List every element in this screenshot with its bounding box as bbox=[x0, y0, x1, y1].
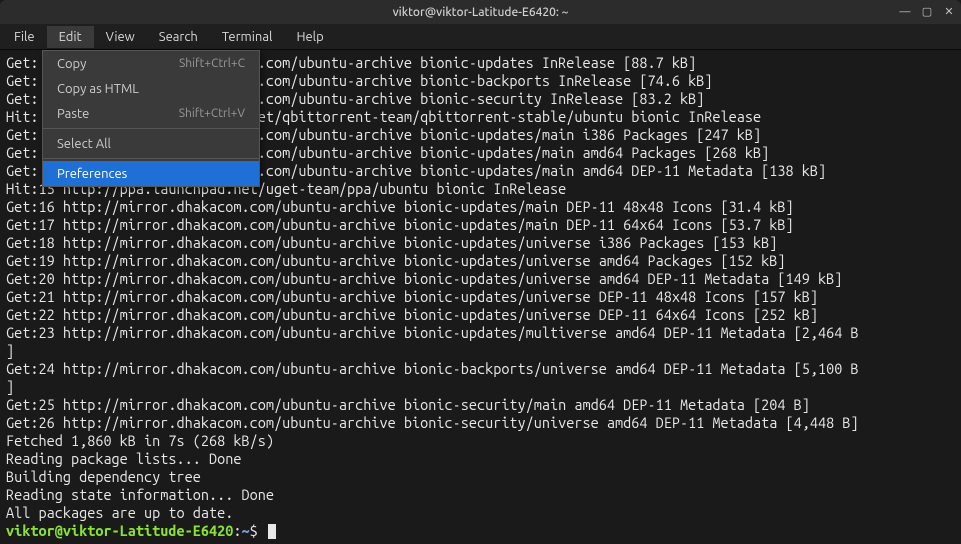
prompt-suffix: $ bbox=[250, 522, 266, 539]
terminal-line: ] bbox=[6, 378, 955, 396]
terminal-line: Get:20 http://mirror.dhakacom.com/ubuntu… bbox=[6, 270, 955, 288]
terminal-line: Get:16 http://mirror.dhakacom.com/ubuntu… bbox=[6, 198, 955, 216]
terminal-line: Get:24 http://mirror.dhakacom.com/ubuntu… bbox=[6, 360, 955, 378]
prompt-user-host: viktor@viktor-Latitude-E6420 bbox=[6, 522, 233, 539]
window-titlebar: viktor@viktor-Latitude-E6420: ~ — ▢ ✕ bbox=[0, 0, 961, 24]
terminal-line: Get:18 http://mirror.dhakacom.com/ubuntu… bbox=[6, 234, 955, 252]
menu-separator bbox=[43, 158, 259, 159]
menu-item-paste[interactable]: Paste Shift+Ctrl+V bbox=[43, 101, 259, 126]
terminal-line: Building dependency tree bbox=[6, 468, 955, 486]
menu-item-shortcut: Shift+Ctrl+C bbox=[179, 57, 245, 70]
menu-item-label: Copy as HTML bbox=[57, 82, 139, 96]
window-controls: — ▢ ✕ bbox=[899, 6, 955, 18]
terminal-line: Fetched 1,860 kB in 7s (268 kB/s) bbox=[6, 432, 955, 450]
minimize-icon[interactable]: — bbox=[899, 6, 911, 18]
window-title: viktor@viktor-Latitude-E6420: ~ bbox=[393, 6, 569, 19]
edit-menu-dropdown: Copy Shift+Ctrl+C Copy as HTML Paste Shift+C… bbox=[42, 50, 260, 187]
close-icon[interactable]: ✕ bbox=[943, 6, 955, 18]
menu-separator bbox=[43, 128, 259, 129]
menu-item-copy[interactable]: Copy Shift+Ctrl+C bbox=[43, 51, 259, 76]
menu-item-label: Preferences bbox=[57, 167, 127, 181]
menu-edit[interactable]: Edit bbox=[47, 26, 94, 48]
maximize-icon[interactable]: ▢ bbox=[921, 6, 933, 18]
terminal-line: Get:21 http://mirror.dhakacom.com/ubuntu… bbox=[6, 288, 955, 306]
menu-file[interactable]: File bbox=[2, 26, 47, 48]
menubar: FileEditViewSearchTerminalHelp bbox=[0, 24, 961, 50]
menu-item-copy-as-html[interactable]: Copy as HTML bbox=[43, 76, 259, 101]
menu-search[interactable]: Search bbox=[147, 26, 210, 48]
menu-item-select-all[interactable]: Select All bbox=[43, 131, 259, 156]
terminal-line: Reading package lists... Done bbox=[6, 450, 955, 468]
terminal-line: Get:25 http://mirror.dhakacom.com/ubuntu… bbox=[6, 396, 955, 414]
menu-item-label: Select All bbox=[57, 137, 111, 151]
prompt-path: ~ bbox=[241, 522, 249, 539]
menu-item-label: Copy bbox=[57, 57, 86, 71]
menu-item-label: Paste bbox=[57, 107, 89, 121]
terminal-line: Get:17 http://mirror.dhakacom.com/ubuntu… bbox=[6, 216, 955, 234]
menu-item-shortcut: Shift+Ctrl+V bbox=[179, 107, 245, 120]
terminal-line: All packages are up to date. bbox=[6, 504, 955, 522]
terminal-line: Get:19 http://mirror.dhakacom.com/ubuntu… bbox=[6, 252, 955, 270]
terminal-line: Get:22 http://mirror.dhakacom.com/ubuntu… bbox=[6, 306, 955, 324]
terminal-line: Get:26 http://mirror.dhakacom.com/ubuntu… bbox=[6, 414, 955, 432]
menu-view[interactable]: View bbox=[94, 26, 147, 48]
menu-help[interactable]: Help bbox=[284, 26, 335, 48]
menu-terminal[interactable]: Terminal bbox=[210, 26, 285, 48]
terminal-line: Reading state information... Done bbox=[6, 486, 955, 504]
terminal-line: Get:23 http://mirror.dhakacom.com/ubuntu… bbox=[6, 324, 955, 342]
menu-item-preferences[interactable]: Preferences bbox=[43, 161, 259, 186]
terminal-prompt[interactable]: viktor@viktor-Latitude-E6420:~$ bbox=[6, 522, 955, 540]
terminal-line: ] bbox=[6, 342, 955, 360]
